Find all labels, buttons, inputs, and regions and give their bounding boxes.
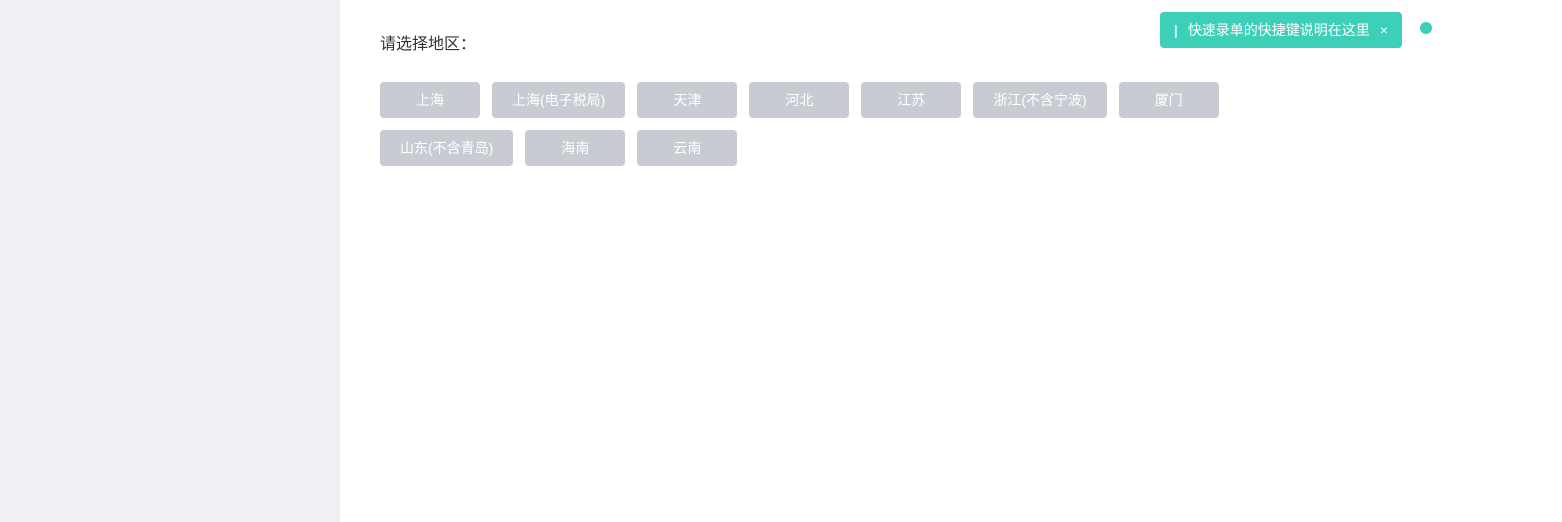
main-content: 请选择地区： 上海上海(电子税局)天津河北江苏浙江(不含宁波)厦门 山东(不含青… — [340, 0, 1562, 522]
region-btn-hebei[interactable]: 河北 — [749, 82, 849, 118]
region-btn-zhejiang[interactable]: 浙江(不含宁波) — [973, 82, 1106, 118]
sidebar — [0, 0, 340, 522]
tooltip-close-button[interactable]: × — [1380, 22, 1388, 38]
tooltip-text: 快速录单的快捷键说明在这里 — [1188, 20, 1370, 40]
region-btn-yunnan[interactable]: 云南 — [637, 130, 737, 166]
region-btn-xiamen[interactable]: 厦门 — [1119, 82, 1219, 118]
region-btn-shanghai[interactable]: 上海 — [380, 82, 480, 118]
region-row-1: 上海上海(电子税局) 天津河北江苏浙江(不含宁波) 厦门 — [380, 82, 1522, 118]
tooltip-banner: 快速录单的快捷键说明在这里 × — [1160, 12, 1402, 48]
region-btn-tianjin[interactable]: 天津 — [637, 82, 737, 118]
region-btn-hainan[interactable]: 海南 — [525, 130, 625, 166]
tooltip-dot — [1420, 22, 1432, 34]
region-row-2: 山东(不含青岛) 海南云南 — [380, 130, 1522, 166]
region-btn-shanghai-etax[interactable]: 上海(电子税局) — [492, 82, 625, 118]
region-btn-shandong[interactable]: 山东(不含青岛) — [380, 130, 513, 166]
region-btn-jiangsu[interactable]: 江苏 — [861, 82, 961, 118]
